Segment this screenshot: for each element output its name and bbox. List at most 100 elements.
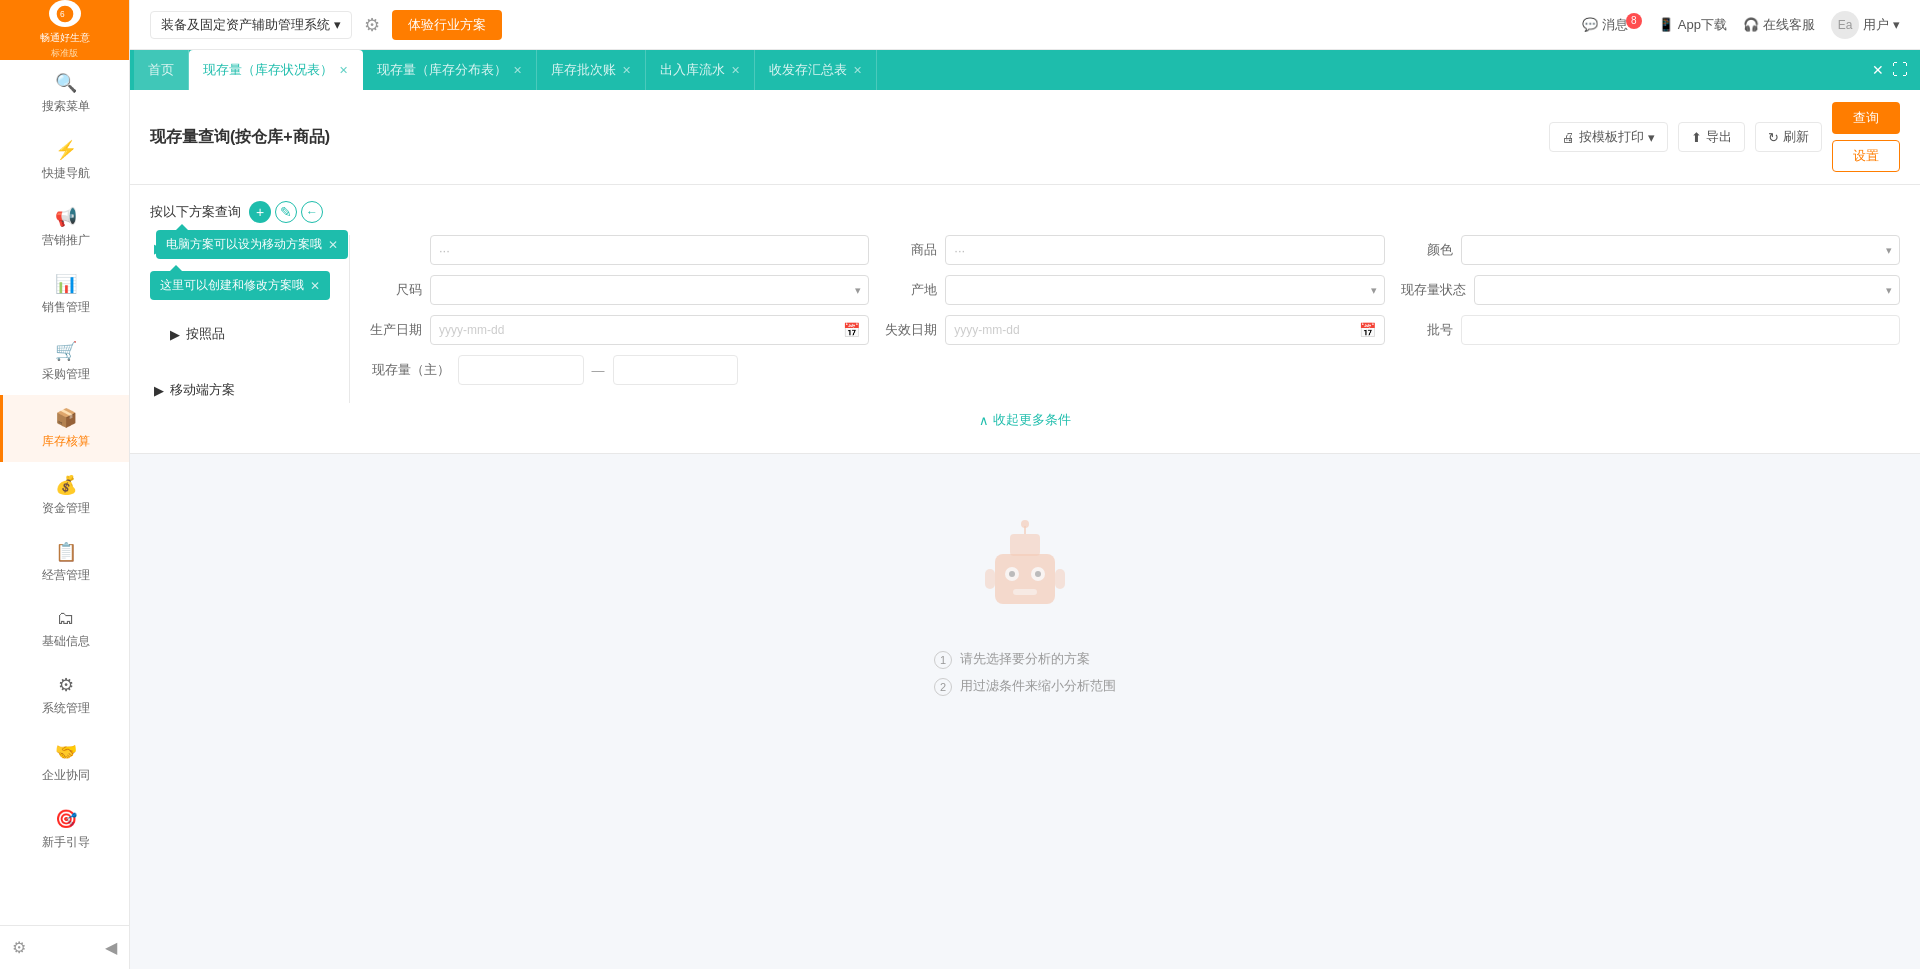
tab-expand-icon[interactable]: ⛶: [1892, 61, 1908, 79]
tab-inventory-status[interactable]: 现存量（库存状况表） ✕: [189, 50, 363, 90]
tooltip-a-close[interactable]: ✕: [328, 238, 338, 252]
sidebar-item-label: 基础信息: [42, 633, 90, 650]
sidebar-item-guide[interactable]: 🎯 新手引导: [0, 796, 129, 863]
sidebar-item-quick-nav[interactable]: ⚡ 快捷导航: [0, 127, 129, 194]
batch-control: [1461, 315, 1900, 345]
system-icon: ⚙: [58, 674, 74, 696]
sidebar-item-inventory[interactable]: 📦 库存核算: [0, 395, 129, 462]
sidebar-item-label: 系统管理: [42, 700, 90, 717]
print-button[interactable]: 🖨 按模板打印 ▾: [1549, 122, 1668, 152]
tab-close-icon[interactable]: ✕: [731, 64, 740, 77]
refresh-button[interactable]: ↻ 刷新: [1755, 122, 1822, 152]
app-download-item[interactable]: 📱 App下载: [1658, 16, 1727, 34]
svg-rect-2: [995, 554, 1055, 604]
edit-scheme-button[interactable]: ✎ 电脑方案可以设为移动方案哦 ✕: [275, 201, 297, 223]
stock-state-select[interactable]: ▾: [1474, 275, 1900, 305]
tab-inventory-dist-label: 现存量（库存分布表）: [377, 61, 507, 79]
tab-inventory-dist[interactable]: 现存量（库存分布表） ✕: [363, 50, 537, 90]
sales-icon: 📊: [55, 273, 77, 295]
top-header: 装备及固定资产辅助管理系统 ▾ ⚙ 体验行业方案 💬 消息 8 📱 App下载 …: [130, 0, 1920, 50]
arrow-scheme-button[interactable]: ←: [301, 201, 323, 223]
expire-date-input[interactable]: yyyy-mm-dd 📅: [945, 315, 1384, 345]
print-icon: 🖨: [1562, 130, 1575, 145]
mobile-arrow: ▶: [154, 383, 164, 398]
tab-close-all-icon[interactable]: ✕: [1872, 62, 1884, 78]
filter-row-1: ··· 商品 ···: [370, 235, 1900, 265]
calendar-icon[interactable]: 📅: [843, 322, 860, 338]
sidebar-item-marketing[interactable]: 📢 营销推广: [0, 194, 129, 261]
warehouse-input[interactable]: ···: [430, 235, 869, 265]
export-icon: ⬆: [1691, 130, 1702, 145]
collapse-button[interactable]: ∧ 收起更多条件: [150, 403, 1900, 437]
sidebar-item-basic-info[interactable]: 🗂 基础信息: [0, 596, 129, 662]
tab-in-out-flow[interactable]: 出入库流水 ✕: [646, 50, 755, 90]
tab-in-out-flow-label: 出入库流水: [660, 61, 725, 79]
stock-main-to[interactable]: [613, 355, 739, 385]
produce-date-input[interactable]: yyyy-mm-dd 📅: [430, 315, 869, 345]
field-goods: 商品 ···: [885, 235, 1384, 265]
calendar-icon-2[interactable]: 📅: [1359, 322, 1376, 338]
page-header: 现存量查询(按仓库+商品) 🖨 按模板打印 ▾ ⬆ 导出 ↻ 刷新 查询 设置: [130, 90, 1920, 185]
batch-input[interactable]: [1461, 315, 1900, 345]
color-control: ▾: [1461, 235, 1900, 265]
sidebar-item-label: 营销推广: [42, 232, 90, 249]
color-label: 颜色: [1401, 241, 1453, 259]
sidebar-item-operations[interactable]: 📋 经营管理: [0, 529, 129, 596]
tooltip-b-close[interactable]: ✕: [310, 279, 320, 293]
origin-select[interactable]: ▾: [945, 275, 1384, 305]
size-control: ▾: [430, 275, 869, 305]
sidebar-item-label: 库存核算: [42, 433, 90, 450]
user-item[interactable]: Ea 用户 ▾: [1831, 11, 1900, 39]
color-select[interactable]: ▾: [1461, 235, 1900, 265]
message-icon: 💬: [1582, 17, 1598, 32]
sidebar-item-enterprise[interactable]: 🤝 企业协同: [0, 729, 129, 796]
tooltip-scheme-hint: 电脑方案可以设为移动方案哦 ✕: [156, 230, 348, 259]
tabs-actions: ✕ ⛶: [1864, 61, 1916, 79]
trial-button[interactable]: 体验行业方案: [392, 10, 502, 40]
settings-button[interactable]: ⚙: [12, 938, 26, 957]
query-button[interactable]: 查询: [1832, 102, 1900, 134]
notifications-item[interactable]: 💬 消息 8: [1582, 16, 1642, 34]
goods-input[interactable]: ···: [945, 235, 1384, 265]
tabs-bar: 首页 现存量（库存状况表） ✕ 现存量（库存分布表） ✕ 库存批次账 ✕ 出入库…: [130, 50, 1920, 90]
scheme-sub-item[interactable]: ▶ 按照品: [150, 321, 337, 347]
tab-receive-summary[interactable]: 收发存汇总表 ✕: [755, 50, 877, 90]
sub-label: 按照品: [186, 325, 225, 343]
warehouse-control: ···: [430, 235, 869, 265]
inventory-icon: 📦: [55, 407, 77, 429]
export-button[interactable]: ⬆ 导出: [1678, 122, 1745, 152]
sidebar-item-label: 经营管理: [42, 567, 90, 584]
user-dropdown-icon: ▾: [1893, 17, 1900, 32]
set-button[interactable]: 设置: [1832, 140, 1900, 172]
warehouse-dots: ···: [439, 243, 450, 258]
stock-state-arrow-icon: ▾: [1886, 284, 1892, 297]
add-scheme-button[interactable]: +: [249, 201, 271, 223]
stock-main-from[interactable]: [458, 355, 584, 385]
tab-close-icon[interactable]: ✕: [339, 64, 348, 77]
sidebar-item-sales[interactable]: 📊 销售管理: [0, 261, 129, 328]
tab-batch-ledger[interactable]: 库存批次账 ✕: [537, 50, 646, 90]
sidebar-item-system[interactable]: ⚙ 系统管理: [0, 662, 129, 729]
sidebar-item-finance[interactable]: 💰 资金管理: [0, 462, 129, 529]
svg-rect-8: [1013, 589, 1037, 595]
svg-point-6: [1009, 571, 1015, 577]
guide-icon: 🎯: [55, 808, 77, 830]
tab-close-icon[interactable]: ✕: [853, 64, 862, 77]
sidebar-item-purchase[interactable]: 🛒 采购管理: [0, 328, 129, 395]
sidebar-item-search-menu[interactable]: 🔍 搜索菜单: [0, 60, 129, 127]
online-service-item[interactable]: 🎧 在线客服: [1743, 16, 1815, 34]
tab-home[interactable]: 首页: [134, 50, 189, 90]
svg-point-7: [1035, 571, 1041, 577]
scheme-mobile-item[interactable]: ▶ 移动端方案: [150, 377, 337, 403]
svg-rect-10: [1055, 569, 1065, 589]
collapse-sidebar-button[interactable]: ◀: [105, 938, 117, 957]
tab-close-icon[interactable]: ✕: [622, 64, 631, 77]
headset-icon: 🎧: [1743, 17, 1759, 32]
settings-icon[interactable]: ⚙: [364, 14, 380, 36]
size-select[interactable]: ▾: [430, 275, 869, 305]
phone-icon: 📱: [1658, 17, 1674, 32]
system-selector[interactable]: 装备及固定资产辅助管理系统 ▾: [150, 11, 352, 39]
sidebar-footer: ⚙ ◀: [0, 925, 129, 969]
system-name: 装备及固定资产辅助管理系统: [161, 16, 330, 34]
tab-close-icon[interactable]: ✕: [513, 64, 522, 77]
